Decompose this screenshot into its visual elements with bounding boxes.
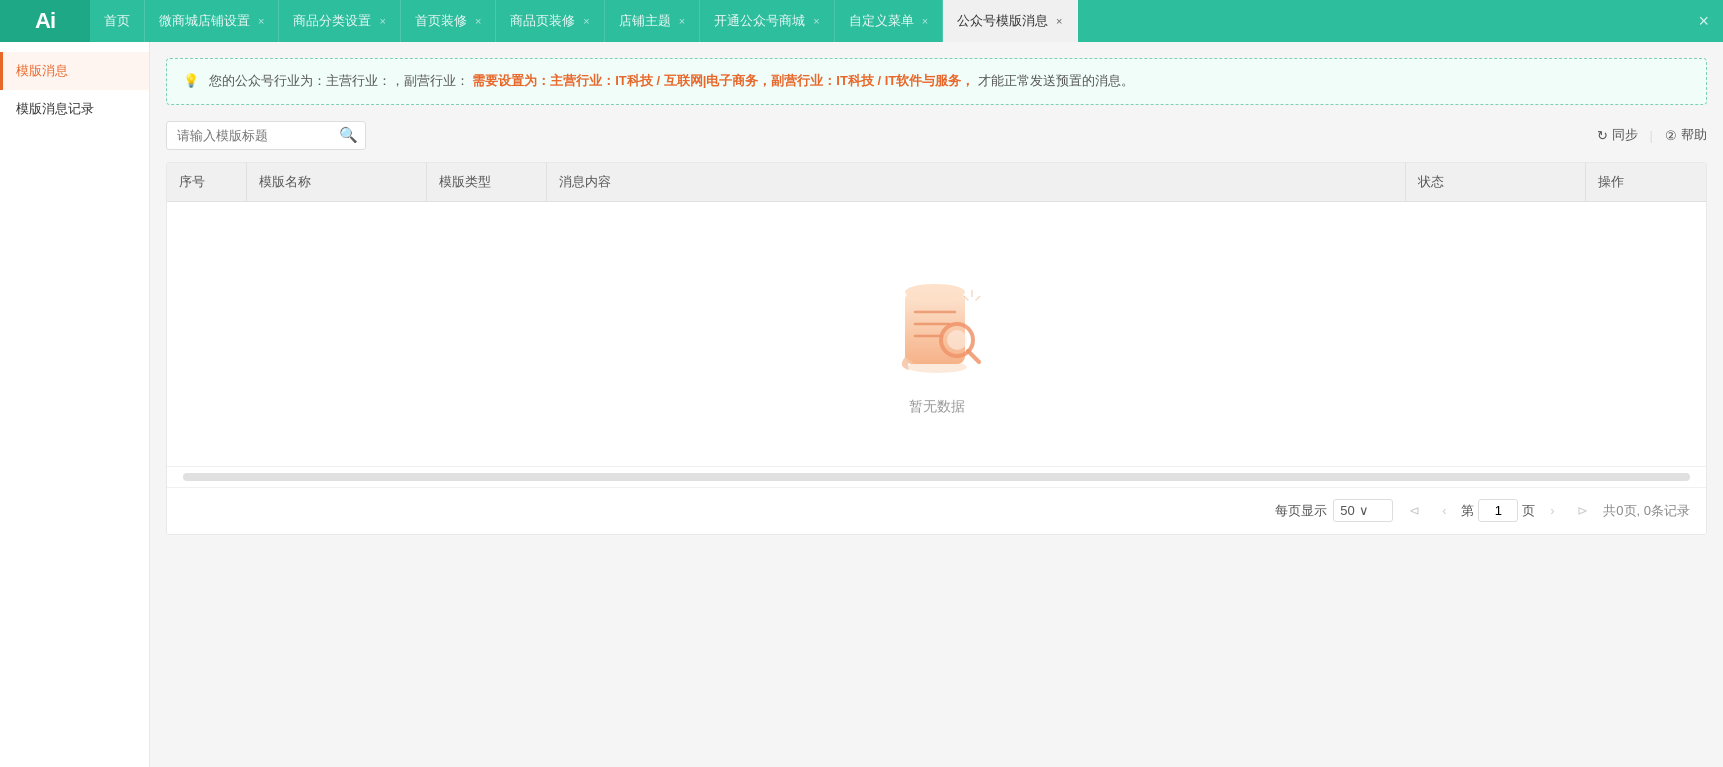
nav-tab-product-decor[interactable]: 商品页装修 ×: [496, 0, 604, 42]
svg-line-9: [968, 351, 979, 362]
page-navigation: ⊲ ‹ 第 页 › ⊳: [1401, 498, 1595, 524]
page-number-input[interactable]: [1478, 499, 1518, 522]
table-header-消息内容: 消息内容: [547, 163, 1406, 201]
chevron-down-icon: ∨: [1359, 503, 1369, 518]
empty-illustration: [877, 262, 997, 382]
svg-point-6: [905, 284, 965, 300]
table-header-模版名称: 模版名称: [247, 163, 427, 201]
page-size-selector: 每页显示 50 ∨: [1275, 499, 1393, 522]
notice-text-prefix: 您的公众号行业为：主营行业：，副营行业：: [209, 73, 469, 88]
tab-label-shop-theme: 店铺主题: [619, 12, 671, 30]
table-header: 序号模版名称模版类型消息内容状态操作: [167, 163, 1706, 202]
total-count: 共0页, 0条记录: [1603, 502, 1690, 520]
tab-label-template-msg: 公众号模版消息: [957, 12, 1048, 30]
tab-label-category-settings: 商品分类设置: [293, 12, 371, 30]
table-header-模版类型: 模版类型: [427, 163, 547, 201]
tab-close-shop-theme[interactable]: ×: [679, 15, 685, 27]
horizontal-scrollbar[interactable]: [183, 473, 1690, 481]
sidebar: 模版消息模版消息记录: [0, 42, 150, 767]
nav-tab-shop-settings[interactable]: 微商城店铺设置 ×: [145, 0, 279, 42]
tab-close-category-settings[interactable]: ×: [379, 15, 385, 27]
notice-text-suffix: 才能正常发送预置的消息。: [978, 73, 1134, 88]
search-input-wrap: 🔍: [166, 121, 366, 150]
tab-label-shop-settings: 微商城店铺设置: [159, 12, 250, 30]
first-page-button[interactable]: ⊲: [1401, 498, 1427, 524]
page-unit: 页: [1522, 502, 1535, 520]
notice-box: 💡 您的公众号行业为：主营行业：，副营行业： 需要设置为：主营行业：IT科技 /…: [166, 58, 1707, 105]
help-label: 帮助: [1681, 126, 1707, 144]
sidebar-item-template-msg-records[interactable]: 模版消息记录: [0, 90, 149, 128]
tab-close-shop-settings[interactable]: ×: [258, 15, 264, 27]
content-area: 💡 您的公众号行业为：主营行业：，副营行业： 需要设置为：主营行业：IT科技 /…: [150, 42, 1723, 767]
table-header-操作: 操作: [1586, 163, 1706, 201]
svg-rect-2: [905, 292, 965, 364]
scroll-bar-area: [167, 466, 1706, 487]
tab-close-home-decor[interactable]: ×: [475, 15, 481, 27]
table-header-序号: 序号: [167, 163, 247, 201]
nav-tab-custom-menu[interactable]: 自定义菜单 ×: [835, 0, 943, 42]
table-header-状态: 状态: [1406, 163, 1586, 201]
tab-close-product-decor[interactable]: ×: [583, 15, 589, 27]
next-page-button[interactable]: ›: [1539, 498, 1565, 524]
pagination: 每页显示 50 ∨ ⊲ ‹ 第 页 › ⊳ 共0页, 0条记录: [167, 487, 1706, 534]
divider: |: [1650, 128, 1653, 143]
search-button[interactable]: 🔍: [339, 126, 358, 144]
close-all-button[interactable]: ×: [1684, 11, 1723, 32]
search-bar: 🔍 ↻ 同步 | ② 帮助: [166, 121, 1707, 150]
nav-tab-home[interactable]: 首页: [90, 0, 145, 42]
tab-label-home: 首页: [104, 12, 130, 30]
help-icon: ②: [1665, 128, 1677, 143]
search-input[interactable]: [166, 121, 366, 150]
nav-tab-template-msg[interactable]: 公众号模版消息 ×: [943, 0, 1077, 42]
help-button[interactable]: ② 帮助: [1665, 126, 1707, 144]
search-left: 🔍: [166, 121, 366, 150]
top-nav: Ai 首页微商城店铺设置×商品分类设置×首页装修×商品页装修×店铺主题×开通公众…: [0, 0, 1723, 42]
empty-text: 暂无数据: [909, 398, 965, 416]
tab-label-custom-menu: 自定义菜单: [849, 12, 914, 30]
sync-label: 同步: [1612, 126, 1638, 144]
nav-tabs: 首页微商城店铺设置×商品分类设置×首页装修×商品页装修×店铺主题×开通公众号商城…: [90, 0, 1684, 42]
sync-icon: ↻: [1597, 128, 1608, 143]
tab-close-open-wechat-shop[interactable]: ×: [813, 15, 819, 27]
page-size-dropdown[interactable]: 50 ∨: [1333, 499, 1393, 522]
empty-state: 暂无数据: [167, 202, 1706, 466]
last-page-button[interactable]: ⊳: [1569, 498, 1595, 524]
tab-label-home-decor: 首页装修: [415, 12, 467, 30]
svg-line-12: [975, 296, 980, 301]
tab-label-open-wechat-shop: 开通公众号商城: [714, 12, 805, 30]
tab-close-custom-menu[interactable]: ×: [922, 15, 928, 27]
prev-page-button[interactable]: ‹: [1431, 498, 1457, 524]
data-table: 序号模版名称模版类型消息内容状态操作: [166, 162, 1707, 535]
page-size-value: 50: [1340, 503, 1354, 518]
notice-text-highlight: 需要设置为：主营行业：IT科技 / 互联网|电子商务，副营行业：IT科技 / I…: [472, 73, 974, 88]
nav-tab-open-wechat-shop[interactable]: 开通公众号商城 ×: [700, 0, 834, 42]
nav-tab-shop-theme[interactable]: 店铺主题 ×: [605, 0, 700, 42]
tab-close-template-msg[interactable]: ×: [1056, 15, 1062, 27]
nav-tab-home-decor[interactable]: 首页装修 ×: [401, 0, 496, 42]
notice-icon: 💡: [183, 73, 199, 88]
tab-label-product-decor: 商品页装修: [510, 12, 575, 30]
sidebar-item-template-msg[interactable]: 模版消息: [0, 52, 149, 90]
app-logo: Ai: [0, 0, 90, 42]
page-label: 第: [1461, 502, 1474, 520]
search-right: ↻ 同步 | ② 帮助: [1597, 126, 1707, 144]
main-layout: 模版消息模版消息记录 💡 您的公众号行业为：主营行业：，副营行业： 需要设置为：…: [0, 42, 1723, 767]
svg-point-8: [947, 330, 967, 350]
sync-button[interactable]: ↻ 同步: [1597, 126, 1638, 144]
page-size-label: 每页显示: [1275, 502, 1327, 520]
nav-tab-category-settings[interactable]: 商品分类设置 ×: [279, 0, 400, 42]
